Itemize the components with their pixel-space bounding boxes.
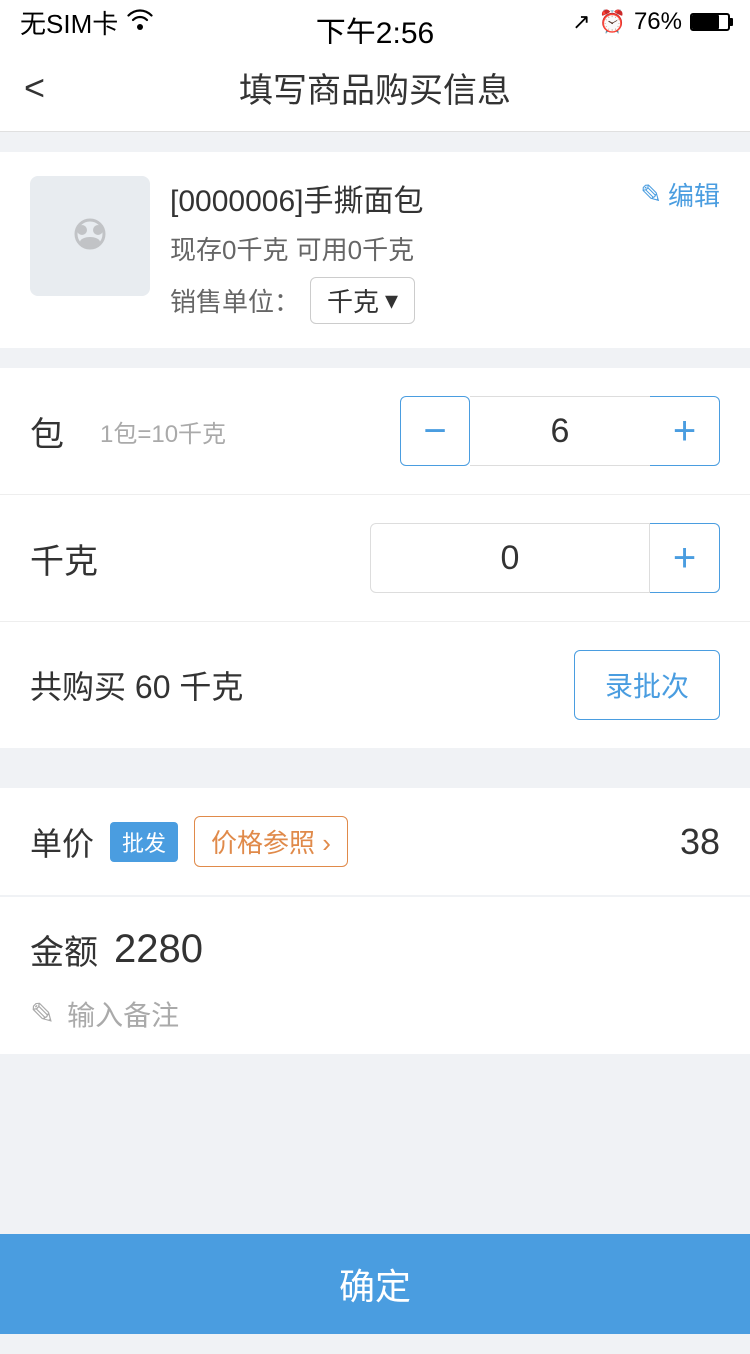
section-divider-2 [0,748,750,768]
remark-placeholder: 输入备注 [67,994,179,1034]
package-minus-button[interactable]: − [400,396,470,466]
product-unit-row: 销售单位： 千克 ▾ [170,277,720,324]
package-quantity-control: − + [400,396,720,466]
edit-icon: ✎ [640,179,662,210]
remark-row[interactable]: ✎ 输入备注 [30,994,720,1034]
product-name: [0000006]手撕面包 [170,176,720,220]
amount-row: 金额 2280 [30,925,720,974]
battery-icon [690,13,730,31]
unit-select[interactable]: 千克 ▾ [310,277,415,324]
status-bar: 无SIM卡 下午2:56 ↗ ⏰ 76% [0,0,750,44]
wifi-icon [126,8,154,36]
edit-label: 编辑 [668,176,720,213]
price-section: 单价 批发 价格参照 › 38 [0,788,750,895]
batch-label: 录批次 [605,671,689,702]
price-value: 38 [680,821,720,863]
product-stock: 现存0千克 可用0千克 [170,230,720,267]
minus-icon: − [423,409,446,454]
carrier-label: 无SIM卡 [20,4,118,41]
quantity-section: 包 1包=10千克 − + 千克 + 共购买 60 千克 录批次 [0,368,750,748]
package-row: 包 1包=10千克 − + [0,368,750,495]
amount-label: 金额 [30,925,98,974]
page-title: 填写商品购买信息 [239,63,511,112]
price-ref-label: 价格参照 › [211,823,331,860]
batch-button[interactable]: 录批次 [574,650,720,720]
footer[interactable]: 确定 [0,1234,750,1334]
total-text: 共购买 60 千克 [30,662,243,708]
price-label: 单价 [30,819,94,865]
kg-plus-icon: + [673,536,696,581]
location-icon: ↗ [572,9,590,35]
chevron-down-icon: ▾ [385,285,398,316]
kg-plus-button[interactable]: + [650,523,720,593]
amount-value: 2280 [114,927,203,972]
product-image [30,176,150,296]
confirm-button[interactable]: 确定 [339,1258,411,1310]
remark-icon: ✎ [30,997,55,1032]
kg-label: 千克 [30,534,98,583]
unit-value: 千克 [327,282,379,319]
product-info: [0000006]手撕面包 现存0千克 可用0千克 销售单位： 千克 ▾ [170,176,720,324]
package-input[interactable] [470,396,650,466]
section-divider-1 [0,348,750,368]
nav-bar: < 填写商品购买信息 [0,44,750,132]
amount-section: 金额 2280 ✎ 输入备注 [0,897,750,1054]
package-plus-button[interactable]: + [650,396,720,466]
package-hint: 1包=10千克 [100,414,400,449]
battery-percent: 76% [634,8,682,36]
plus-icon: + [673,409,696,454]
edit-button[interactable]: ✎ 编辑 [640,176,720,213]
unit-label: 销售单位： [170,282,300,319]
package-label: 包 [30,407,90,456]
kg-input[interactable] [370,523,650,593]
status-left: 无SIM卡 [20,4,154,41]
kg-row: 千克 + [0,495,750,621]
product-card: [0000006]手撕面包 现存0千克 可用0千克 销售单位： 千克 ▾ ✎ 编… [0,152,750,348]
total-row: 共购买 60 千克 录批次 [0,621,750,748]
back-button[interactable]: < [24,67,45,109]
alarm-icon: ⏰ [599,9,626,35]
status-right: ↗ ⏰ 76% [572,8,730,36]
price-badge: 批发 [110,822,178,862]
price-row: 单价 批发 价格参照 › 38 [30,816,720,867]
kg-quantity-control: + [98,523,720,593]
price-ref-button[interactable]: 价格参照 › [194,816,348,867]
